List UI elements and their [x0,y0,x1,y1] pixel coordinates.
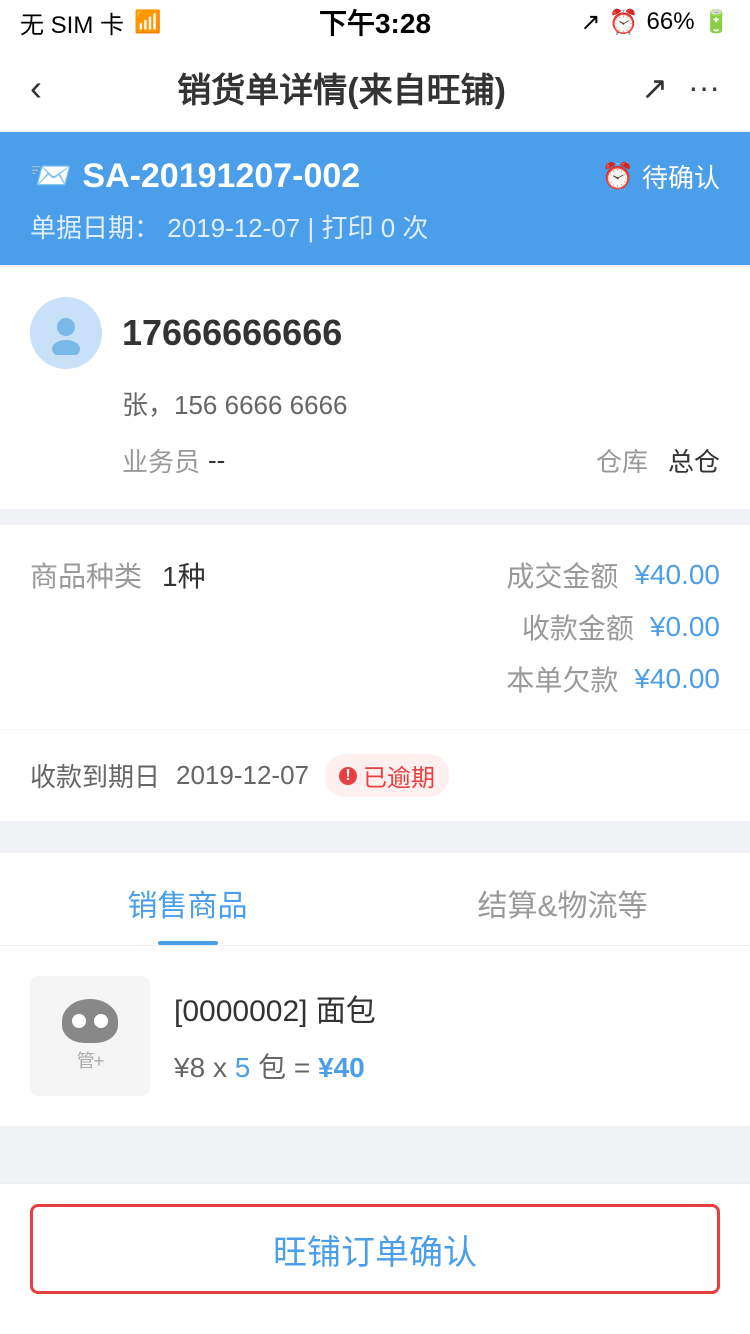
status-bar-time: 下午3:28 [319,2,431,42]
customer-info: 张，156 6666 6666 [30,385,720,422]
order-id: 📨 SA-20191207-002 [30,156,360,196]
product-thumb-owl: 管+ [62,999,118,1073]
customer-phone: 17666666666 [122,312,342,354]
due-section: 收款到期日 2019-12-07 ! 已逾期 [0,729,750,821]
tab-settlement-label: 结算&物流等 [477,890,647,923]
order-header: 📨 SA-20191207-002 ⏰ 待确认 单据日期： 2019-12-07… [0,132,750,265]
nav-bar: ‹ 销货单详情(来自旺铺) ↗ ··· [0,44,750,132]
page-title: 销货单详情(来自旺铺) [42,63,641,112]
customer-row: 17666666666 [30,297,720,369]
carrier-label: 无 SIM 卡 [20,5,124,40]
print-label: | 打印 [307,213,373,243]
battery-label: 66% [647,8,695,36]
tabs-section: 销售商品 结算&物流等 管+ [0000002] 面包 [0,853,750,1126]
amount-label-1: 收款金额 [522,607,634,647]
product-info: [0000002] 面包 ¥8 x 5 包 = ¥40 [174,986,720,1086]
staff-label: 业务员 [122,442,200,479]
order-status: ⏰ 待确认 [602,158,720,195]
customer-meta: 业务员 -- 仓库 总仓 [30,442,720,479]
owl-eye-left [72,1014,86,1028]
amount-row-1: 收款金额 ¥0.00 [522,607,720,647]
due-date-label: 收款到期日 [30,757,160,794]
owl-eyes [72,1014,108,1028]
product-item: 管+ [0000002] 面包 ¥8 x 5 包 = ¥40 [0,946,750,1126]
divider-2 [0,821,750,837]
product-name: [0000002] 面包 [174,986,720,1030]
tab-sales-products-label: 销售商品 [128,890,248,923]
status-bar-right: ↗ ⏰ 66% 🔋 [581,8,730,37]
amount-row-0: 成交金额 ¥40.00 [506,555,720,595]
summary-left: 商品种类 1种 [30,555,206,595]
battery-icon: 🔋 [703,9,730,35]
order-id-row: 📨 SA-20191207-002 ⏰ 待确认 [30,156,720,196]
confirm-order-button[interactable]: 旺铺订单确认 [30,1204,720,1294]
wifi-icon: 📶 [134,9,161,35]
amount-row-2: 本单欠款 ¥40.00 [506,659,720,699]
more-icon[interactable]: ··· [688,69,720,106]
owl-eye-right [94,1014,108,1028]
location-icon: ↗ [581,8,601,37]
overdue-badge: ! 已逾期 [325,754,449,797]
order-date-row: 单据日期： 2019-12-07 | 打印 0 次 [30,208,720,245]
amount-label-2: 本单欠款 [506,659,618,699]
amount-label-0: 成交金额 [506,555,618,595]
tab-sales-products[interactable]: 销售商品 [0,853,375,945]
owl-brand-label: 管+ [77,1047,104,1073]
order-id-icon: 📨 [30,156,72,196]
date-label: 单据日期： [30,213,160,243]
share-icon[interactable]: ↗ [641,69,668,107]
order-id-text: SA-20191207-002 [82,157,360,196]
status-bar-left: 无 SIM 卡 📶 [20,5,161,40]
back-button[interactable]: ‹ [30,67,42,109]
product-total: ¥40 [318,1052,365,1083]
product-unit: 包 [258,1052,286,1083]
status-clock-icon: ⏰ [602,161,634,192]
tabs-row: 销售商品 结算&物流等 [0,853,750,946]
amount-value-0: ¥40.00 [634,559,720,591]
date-value: 2019-12-07 [167,213,300,243]
product-name-text: 面包 [316,995,376,1028]
divider-1 [0,509,750,525]
product-code: [0000002] [174,995,307,1028]
amount-value-2: ¥40.00 [634,663,720,695]
status-label: 待确认 [642,158,720,195]
product-thumbnail: 管+ [30,976,150,1096]
overdue-dot-icon: ! [339,767,357,785]
product-equals: = [294,1052,318,1083]
warehouse-label: 仓库 [596,442,648,479]
print-count: 0 [381,213,395,243]
product-unit-price: ¥8 [174,1052,205,1083]
nav-actions: ↗ ··· [641,69,720,107]
summary-right: 成交金额 ¥40.00 收款金额 ¥0.00 本单欠款 ¥40.00 [506,555,720,699]
staff-value: -- [208,445,225,476]
print-unit: 次 [402,213,428,243]
owl-face [62,999,118,1043]
product-multiply: x [213,1052,235,1083]
avatar [30,297,102,369]
product-type-value: 1种 [162,555,206,595]
bottom-bar: 旺铺订单确认 [0,1183,750,1334]
summary-section: 商品种类 1种 成交金额 ¥40.00 收款金额 ¥0.00 本单欠款 ¥40.… [0,525,750,729]
customer-section: 17666666666 张，156 6666 6666 业务员 -- 仓库 总仓 [0,267,750,509]
alarm-icon: ⏰ [609,8,639,37]
amount-value-1: ¥0.00 [650,611,720,643]
warehouse-value: 总仓 [668,442,720,479]
tab-settlement[interactable]: 结算&物流等 [375,853,750,945]
due-date-value: 2019-12-07 [176,760,309,791]
product-price: ¥8 x 5 包 = ¥40 [174,1046,720,1086]
status-bar: 无 SIM 卡 📶 下午3:28 ↗ ⏰ 66% 🔋 [0,0,750,44]
overdue-label: 已逾期 [363,758,435,793]
summary-row: 商品种类 1种 成交金额 ¥40.00 收款金额 ¥0.00 本单欠款 ¥40.… [30,555,720,699]
product-type-label: 商品种类 [30,555,142,595]
product-qty: 5 [235,1052,251,1083]
